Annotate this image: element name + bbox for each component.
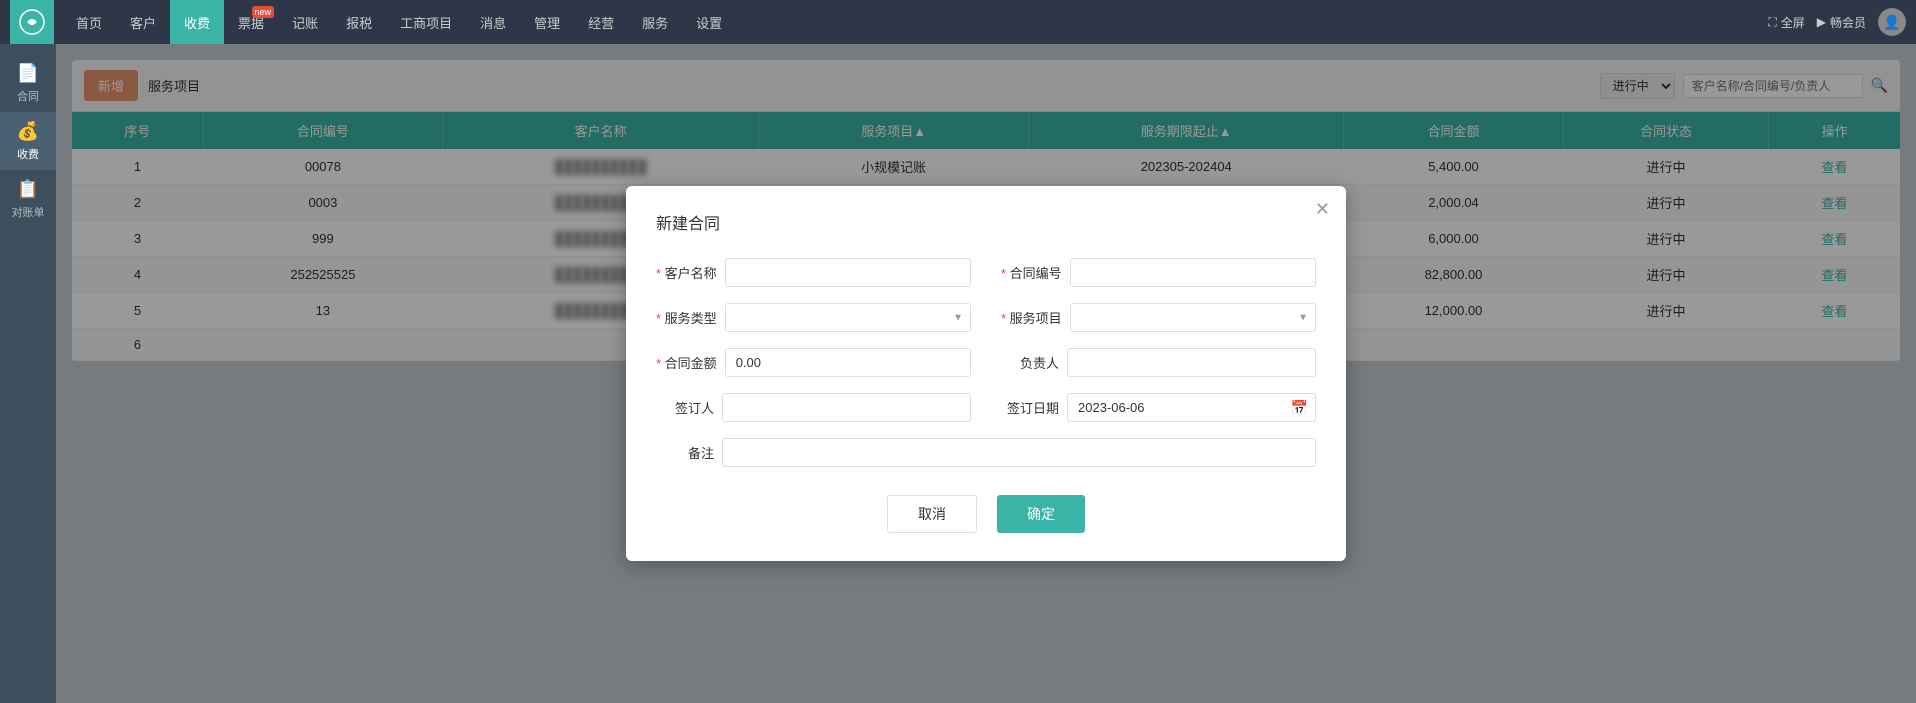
remark-label: 备注 — [656, 443, 714, 462]
nav-home[interactable]: 首页 — [62, 0, 116, 44]
dialog-close-button[interactable]: ✕ — [1315, 200, 1330, 218]
fullscreen-icon: ⛶ — [1768, 15, 1776, 30]
nav-customer[interactable]: 客户 — [116, 0, 170, 44]
nav-service[interactable]: 服务 — [628, 0, 682, 44]
content-area: 新增 服务项目 进行中 已完成 已终止 🔍 序号 合同编 — [56, 44, 1916, 703]
dialog-footer: 取消 确定 — [656, 495, 1316, 533]
signer-label: 签订人 — [656, 398, 714, 417]
sign-date-wrap: 📅 — [1067, 393, 1316, 422]
form-row-amount: 合同金额 — [656, 348, 971, 377]
dialog-title: 新建合同 — [656, 210, 1316, 234]
nav-settings[interactable]: 设置 — [682, 0, 736, 44]
form-row-responsible: 负责人 — [1001, 348, 1316, 377]
nav-invoice[interactable]: 票据 new — [224, 0, 278, 44]
responsible-label: 负责人 — [1001, 353, 1059, 372]
nav-message[interactable]: 消息 — [466, 0, 520, 44]
member-icon: ▶ — [1817, 15, 1826, 29]
nav-fee[interactable]: 收费 — [170, 0, 224, 44]
sidebar-item-fee[interactable]: 💰 收费 — [0, 112, 56, 170]
form-row-sign-date: 签订日期 📅 — [1001, 393, 1316, 422]
contract-amount-label: 合同金额 — [656, 353, 717, 372]
form-row-service-item: 服务项目 ▼ — [1001, 303, 1316, 332]
service-item-select-wrap: ▼ — [1070, 303, 1316, 332]
form-grid: 客户名称 合同编号 服务类型 ▼ — [656, 258, 1316, 467]
logo — [10, 0, 54, 44]
form-row-service-type: 服务类型 ▼ — [656, 303, 971, 332]
dialog: ✕ 新建合同 客户名称 合同编号 服务类型 — [626, 186, 1346, 561]
nav-items: 首页 客户 收费 票据 new 记账 报税 工商项目 消息 管理 经营 服务 设… — [62, 0, 1768, 44]
nav-operation[interactable]: 经营 — [574, 0, 628, 44]
top-nav: 首页 客户 收费 票据 new 记账 报税 工商项目 消息 管理 经营 服务 设… — [0, 0, 1916, 44]
calendar-icon[interactable]: 📅 — [1291, 399, 1308, 416]
customer-name-label: 客户名称 — [656, 263, 717, 282]
contract-amount-input[interactable] — [725, 348, 971, 377]
form-row-customer: 客户名称 — [656, 258, 971, 287]
nav-right: ⛶ 全屏 ▶ 畅会员 👤 — [1768, 8, 1906, 36]
fullscreen-button[interactable]: ⛶ 全屏 — [1768, 14, 1804, 31]
member-button[interactable]: ▶ 畅会员 — [1817, 14, 1866, 31]
contract-no-input[interactable] — [1070, 258, 1316, 287]
form-row-contract-no: 合同编号 — [1001, 258, 1316, 287]
customer-name-input[interactable] — [725, 258, 971, 287]
form-row-signer: 签订人 — [656, 393, 971, 422]
nav-bookkeeping[interactable]: 记账 — [278, 0, 332, 44]
signer-input[interactable] — [722, 393, 971, 422]
confirm-button[interactable]: 确定 — [997, 495, 1085, 533]
avatar[interactable]: 👤 — [1878, 8, 1906, 36]
sign-date-label: 签订日期 — [1001, 398, 1059, 417]
sidebar-item-contract[interactable]: 📄 合同 — [0, 54, 56, 112]
main-layout: 📄 合同 💰 收费 📋 对账单 新增 服务项目 进行中 已完成 已终止 — [0, 44, 1916, 703]
service-item-label: 服务项目 — [1001, 308, 1062, 327]
sidebar-item-statement[interactable]: 📋 对账单 — [0, 170, 56, 228]
remark-input[interactable] — [722, 438, 1316, 467]
nav-tax[interactable]: 报税 — [332, 0, 386, 44]
nav-manage[interactable]: 管理 — [520, 0, 574, 44]
service-type-label: 服务类型 — [656, 308, 717, 327]
nav-business[interactable]: 工商项目 — [386, 0, 466, 44]
sidebar: 📄 合同 💰 收费 📋 对账单 — [0, 44, 56, 703]
statement-icon: 📋 — [17, 179, 39, 200]
sign-date-input[interactable] — [1067, 393, 1316, 422]
new-badge: new — [252, 6, 275, 18]
contract-no-label: 合同编号 — [1001, 263, 1062, 282]
form-row-remark: 备注 — [656, 438, 1316, 467]
service-item-select[interactable] — [1070, 303, 1316, 332]
contract-icon: 📄 — [17, 63, 39, 84]
service-type-select[interactable] — [725, 303, 971, 332]
fee-icon: 💰 — [17, 121, 39, 142]
responsible-input[interactable] — [1067, 348, 1316, 377]
modal-overlay: ✕ 新建合同 客户名称 合同编号 服务类型 — [56, 44, 1916, 703]
cancel-button[interactable]: 取消 — [887, 495, 977, 533]
service-type-select-wrap: ▼ — [725, 303, 971, 332]
